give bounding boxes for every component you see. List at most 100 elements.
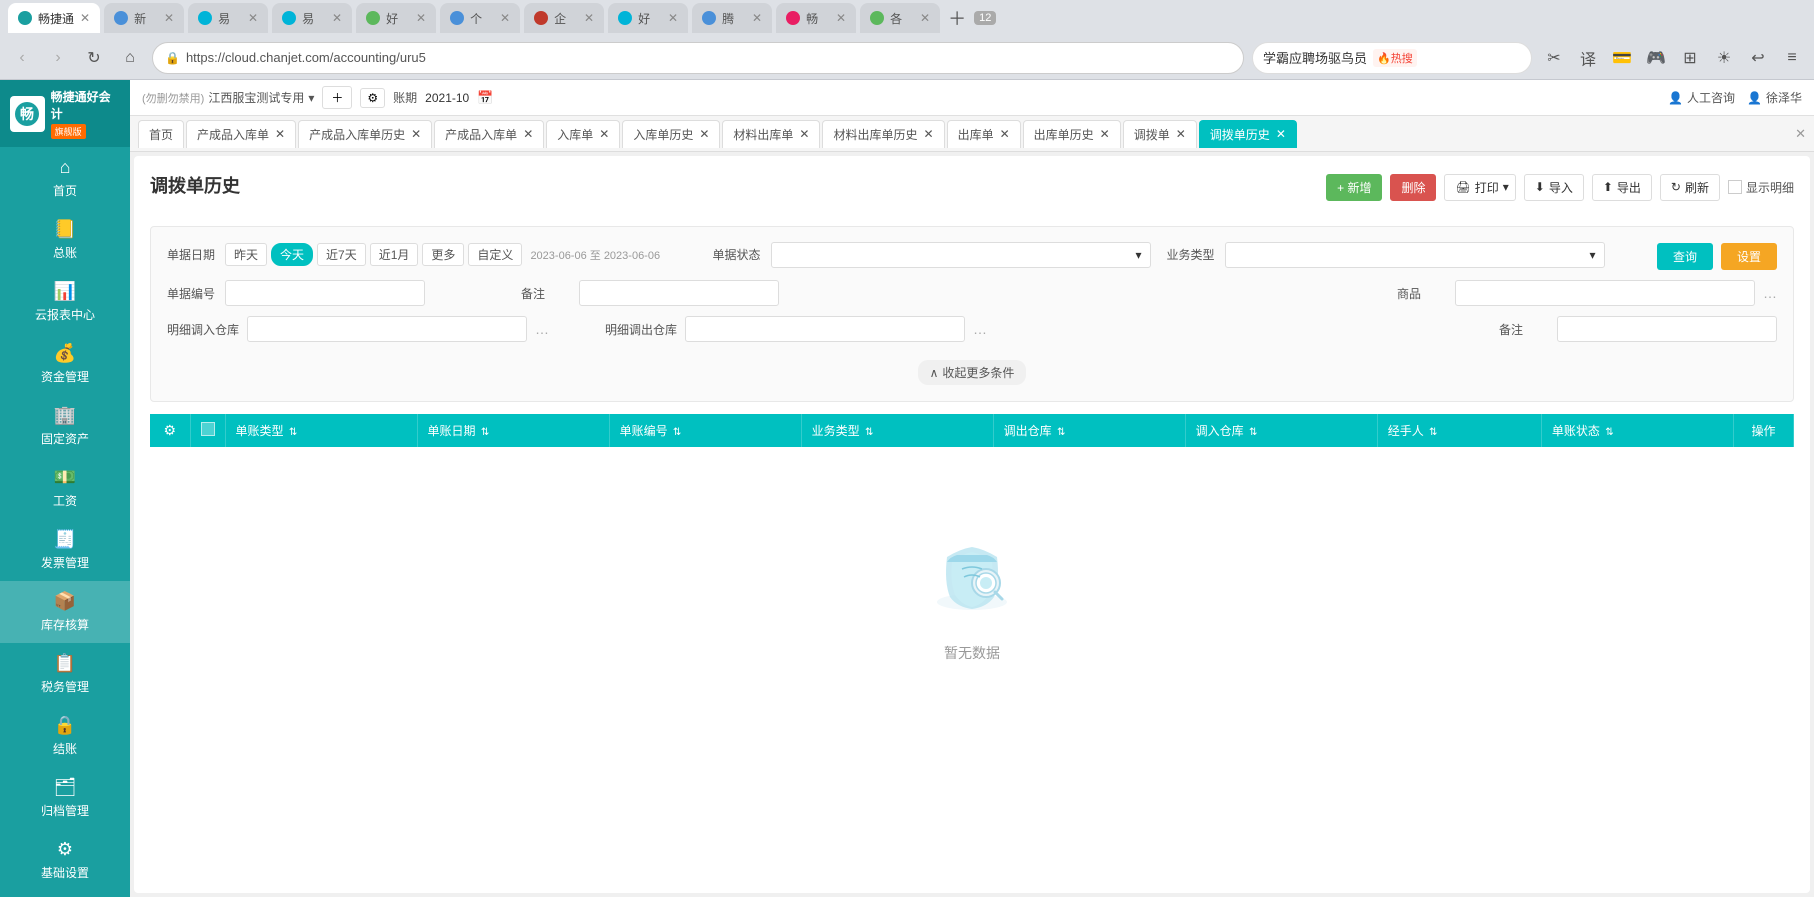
browser-tab-4[interactable]: 好 ✕ <box>356 3 436 33</box>
company-selector[interactable]: (勿删勿禁用) 江西服宝测试专用 ▾ <box>142 89 314 106</box>
new-button[interactable]: + 新增 <box>1326 174 1382 201</box>
sidebar-item-report[interactable]: 📊 云报表中心 <box>0 271 130 333</box>
tab-transfer-history[interactable]: 调拨单历史 ✕ <box>1199 120 1297 148</box>
check-all-checkbox[interactable] <box>201 422 215 436</box>
tab-outbound-history[interactable]: 出库单历史 ✕ <box>1023 120 1121 148</box>
undo-icon[interactable]: ↩ <box>1744 44 1772 72</box>
sidebar-item-basic[interactable]: ⚙ 基础设置 <box>0 829 130 891</box>
th-check[interactable] <box>190 414 225 447</box>
tab-close-btn-10[interactable]: ✕ <box>1176 127 1186 141</box>
tab-close-btn-8[interactable]: ✕ <box>1000 127 1010 141</box>
tab-material-outbound-history[interactable]: 材料出库单历史 ✕ <box>822 120 944 148</box>
tab-inbound[interactable]: 入库单 ✕ <box>546 120 620 148</box>
show-all-checkbox[interactable] <box>1728 180 1742 194</box>
filter-docnum-input[interactable] <box>225 280 425 306</box>
tab-close-5[interactable]: ✕ <box>500 11 510 25</box>
sidebar-item-inventory[interactable]: 📦 库存核算 <box>0 581 130 643</box>
wallet-icon[interactable]: 💳 <box>1608 44 1636 72</box>
filter-status-select[interactable]: ▾ <box>771 242 1151 268</box>
game-icon[interactable]: 🎮 <box>1642 44 1670 72</box>
tab-close-6[interactable]: ✕ <box>584 11 594 25</box>
tab-close-btn-3[interactable]: ✕ <box>523 127 533 141</box>
forward-button[interactable]: › <box>44 44 72 72</box>
sidebar-item-tax[interactable]: 📋 税务管理 <box>0 643 130 705</box>
th-transfer-in[interactable]: 调入仓库 ⇅ <box>1185 414 1377 447</box>
browser-tab-chanjet[interactable]: 畅捷通 ✕ <box>8 3 100 33</box>
date-btn-1month[interactable]: 近1月 <box>370 243 419 266</box>
tab-close-btn-11[interactable]: ✕ <box>1276 127 1286 141</box>
browser-tab-2[interactable]: 易 ✕ <box>188 3 268 33</box>
date-btn-today[interactable]: 今天 <box>271 243 313 266</box>
translate-icon[interactable]: 译 <box>1574 44 1602 72</box>
sidebar-item-archive[interactable]: 🗂 归档管理 <box>0 767 130 829</box>
sidebar-item-fund[interactable]: 💰 资金管理 <box>0 333 130 395</box>
filter-remark-input[interactable] <box>579 280 779 306</box>
user-info[interactable]: 👤 徐泽华 <box>1747 89 1802 106</box>
tab-close-btn-9[interactable]: ✕ <box>1100 127 1110 141</box>
import-button[interactable]: ⬇ 导入 <box>1524 174 1584 201</box>
tab-close-2[interactable]: ✕ <box>248 11 258 25</box>
th-biz-type[interactable]: 业务类型 ⇅ <box>801 414 993 447</box>
browser-tab-5[interactable]: 个 ✕ <box>440 3 520 33</box>
th-handler[interactable]: 经手人 ⇅ <box>1377 414 1541 447</box>
tab-close-7[interactable]: ✕ <box>668 11 678 25</box>
home-button[interactable]: ⌂ <box>116 44 144 72</box>
sidebar-item-guide[interactable]: 📖 新手引导 <box>0 891 130 897</box>
reload-button[interactable]: ↻ <box>80 44 108 72</box>
calendar-icon[interactable]: 📅 <box>477 90 493 106</box>
tab-close-10[interactable]: ✕ <box>920 11 930 25</box>
filter-goods-input[interactable] <box>1455 280 1755 306</box>
print-button[interactable]: 🖨 打印 ▾ <box>1444 174 1515 201</box>
tab-close-btn-7[interactable]: ✕ <box>924 127 934 141</box>
browser-tab-7[interactable]: 好 ✕ <box>608 3 688 33</box>
th-transfer-out[interactable]: 调出仓库 ⇅ <box>993 414 1185 447</box>
filter-detail-remark-input[interactable] <box>1557 316 1777 342</box>
tab-outbound[interactable]: 出库单 ✕ <box>947 120 1021 148</box>
tab-bar-close-icon[interactable]: ✕ <box>1795 126 1806 142</box>
address-bar[interactable]: 🔒 https://cloud.chanjet.com/accounting/u… <box>152 42 1244 74</box>
tab-close-btn-4[interactable]: ✕ <box>599 127 609 141</box>
tab-close-1[interactable]: ✕ <box>164 11 174 25</box>
tab-home[interactable]: 首页 <box>138 120 184 148</box>
detail-in-more-icon[interactable]: … <box>535 321 549 337</box>
browser-tab-3[interactable]: 易 ✕ <box>272 3 352 33</box>
browser-tab-8[interactable]: 腾 ✕ <box>692 3 772 33</box>
refresh-button[interactable]: ↻ 刷新 <box>1660 174 1720 201</box>
goods-more-icon[interactable]: … <box>1763 285 1777 301</box>
detail-out-more-icon[interactable]: … <box>973 321 987 337</box>
sidebar-item-asset[interactable]: 🏢 固定资产 <box>0 395 130 457</box>
add-company-button[interactable]: ＋ <box>322 86 352 109</box>
tab-close-btn-5[interactable]: ✕ <box>699 127 709 141</box>
filter-detail-in-input[interactable] <box>247 316 527 342</box>
th-doc-num[interactable]: 单账编号 ⇅ <box>609 414 801 447</box>
export-button[interactable]: ⬆ 导出 <box>1592 174 1652 201</box>
date-btn-yesterday[interactable]: 昨天 <box>225 243 267 266</box>
tab-inbound-history[interactable]: 入库单历史 ✕ <box>622 120 720 148</box>
scissors-icon[interactable]: ✂ <box>1540 44 1568 72</box>
tab-material-outbound[interactable]: 材料出库单 ✕ <box>722 120 820 148</box>
sidebar-item-invoice[interactable]: 🧾 发票管理 <box>0 519 130 581</box>
th-settings[interactable]: ⚙ <box>150 414 190 447</box>
tab-close-8[interactable]: ✕ <box>752 11 762 25</box>
filter-detail-out-input[interactable] <box>685 316 965 342</box>
tab-close-4[interactable]: ✕ <box>416 11 426 25</box>
date-btn-7days[interactable]: 近7天 <box>317 243 366 266</box>
date-btn-custom[interactable]: 自定义 <box>468 243 522 266</box>
tab-close-btn-1[interactable]: ✕ <box>275 127 285 141</box>
search-bar[interactable]: 学霸应聘场驱鸟员 🔥热搜 <box>1252 42 1532 74</box>
tab-close-btn-6[interactable]: ✕ <box>799 127 809 141</box>
theme-icon[interactable]: ☀ <box>1710 44 1738 72</box>
browser-tab-9[interactable]: 畅 ✕ <box>776 3 856 33</box>
sidebar-item-home[interactable]: ⌂ 首页 <box>0 147 130 209</box>
settings-button-2[interactable]: 设置 <box>1721 243 1777 270</box>
settings-button[interactable]: ⚙ <box>360 88 385 108</box>
sidebar-item-ledger[interactable]: 📒 总账 <box>0 209 130 271</box>
date-btn-more[interactable]: 更多 <box>422 243 464 266</box>
sidebar-item-closing[interactable]: 🔒 结账 <box>0 705 130 767</box>
tab-produce-inbound[interactable]: 产成品入库单 ✕ <box>186 120 296 148</box>
collapse-button[interactable]: ∧ 收起更多条件 <box>918 360 1027 385</box>
browser-tab-1[interactable]: 新 ✕ <box>104 3 184 33</box>
browser-tab-10[interactable]: 各 ✕ <box>860 3 940 33</box>
th-doc-date[interactable]: 单账日期 ⇅ <box>417 414 609 447</box>
menu-icon[interactable]: ≡ <box>1778 44 1806 72</box>
